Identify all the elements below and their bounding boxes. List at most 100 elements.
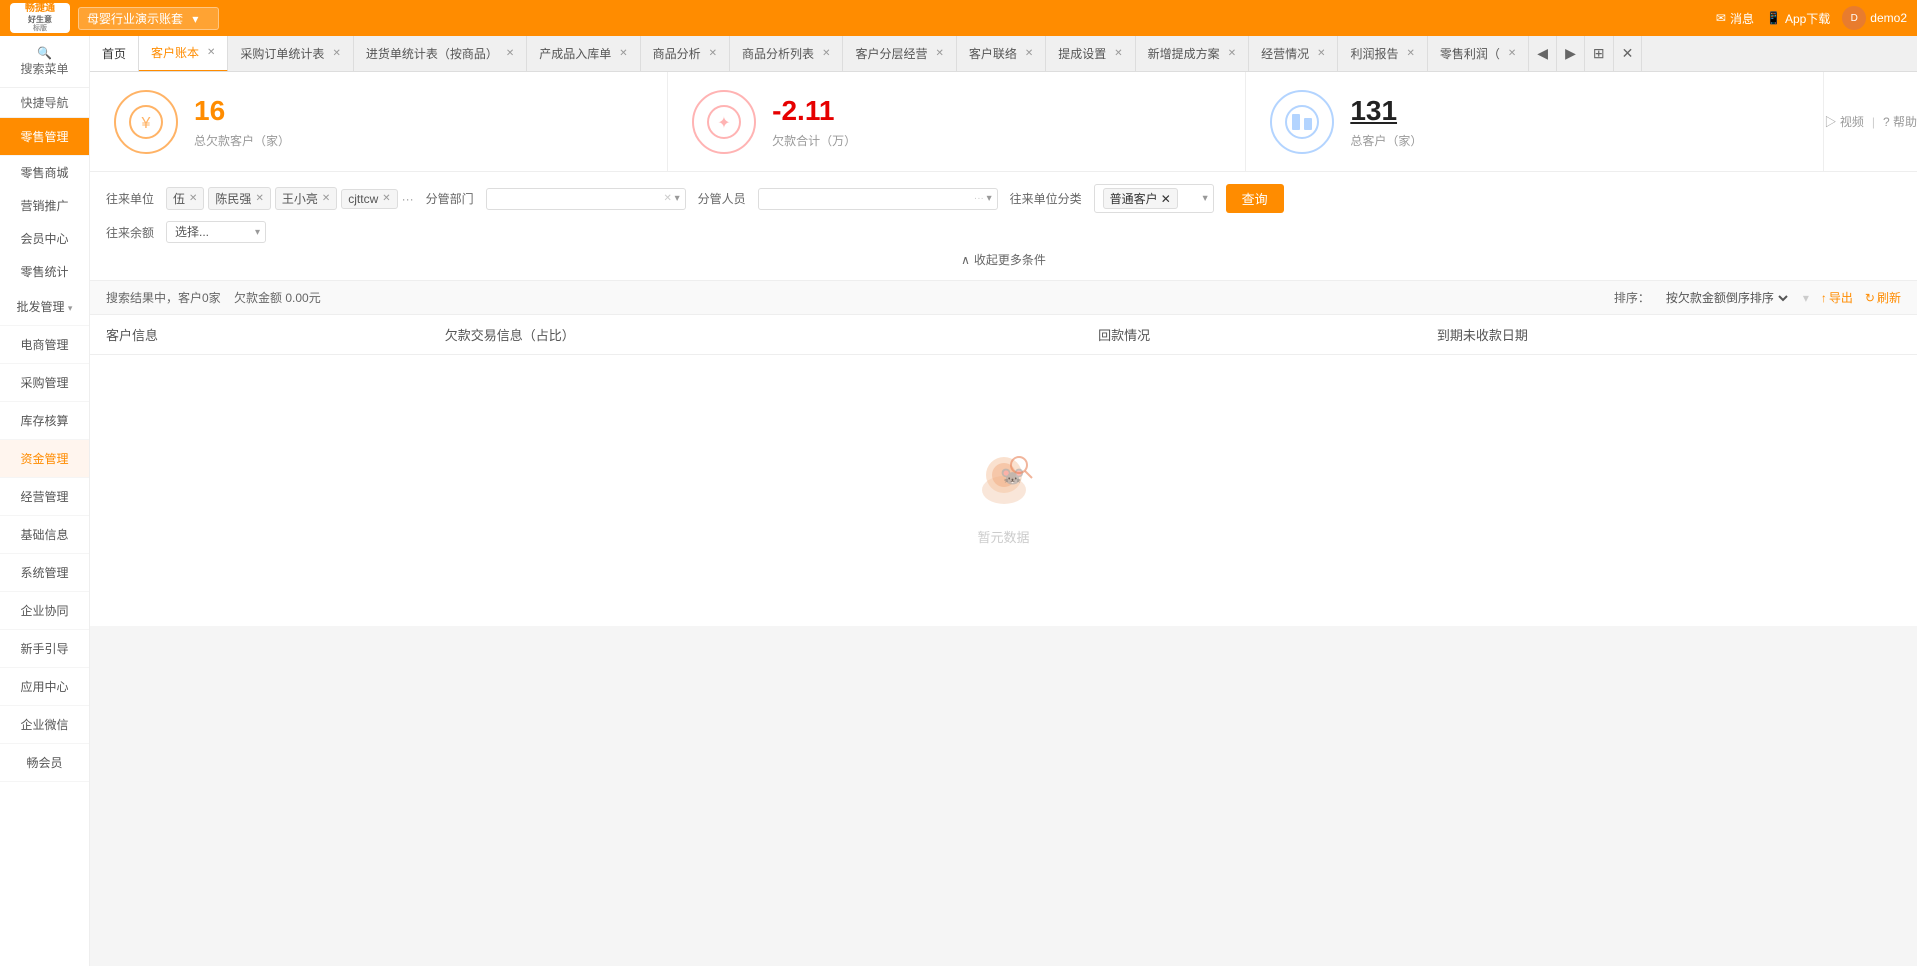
- tab-close-purchase-stats[interactable]: ✕: [506, 48, 514, 59]
- tab-ops-situation[interactable]: 经营情况 ✕: [1249, 36, 1338, 72]
- sidebar-item-enterprise-wx[interactable]: 企业微信: [0, 706, 89, 744]
- sidebar-item-capital-mgmt[interactable]: 资金管理: [0, 440, 89, 478]
- unit-type-tag-remove[interactable]: ✕: [1161, 192, 1171, 206]
- tab-goods-analysis-list[interactable]: 商品分析列表 ✕: [730, 36, 843, 72]
- filter-row-1: 往来单位 伍 ✕ 陈民强 ✕ 王小亮: [106, 184, 1901, 213]
- export-btn[interactable]: ↑ 导出: [1821, 289, 1853, 306]
- sidebar-item-retail-stats[interactable]: 零售统计: [0, 255, 89, 288]
- tab-customer-account[interactable]: 客户账本 ✕: [139, 36, 228, 72]
- tab-close-customer-segment[interactable]: ✕: [935, 48, 943, 59]
- table-header: 客户信息 欠款交易信息（占比） 回款情况 到期未收款日期: [90, 315, 1917, 355]
- refresh-icon: ↻: [1865, 291, 1875, 305]
- unit-tag-cjttcw-remove[interactable]: ✕: [382, 193, 390, 204]
- unit-tag-wang: 王小亮 ✕: [275, 187, 337, 210]
- person-select[interactable]: [758, 188, 998, 210]
- stat-value-clients: 131: [1350, 94, 1422, 128]
- user-avatar-btn[interactable]: D demo2: [1842, 6, 1907, 30]
- tab-purchase-stats[interactable]: 进货单统计表（按商品） ✕: [354, 36, 527, 72]
- sidebar-item-basic-info[interactable]: 基础信息: [0, 516, 89, 554]
- content-area: 首页 客户账本 ✕ 采购订单统计表 ✕ 进货单统计表（按商品） ✕ 产成品入库单…: [90, 36, 1917, 966]
- sidebar-item-marketing[interactable]: 营销推广: [0, 189, 89, 222]
- tab-close-goods-analysis-list[interactable]: ✕: [822, 48, 830, 59]
- account-dropdown[interactable]: 母婴行业演示账套 ▾: [78, 7, 219, 30]
- table-wrap: 客户信息 欠款交易信息（占比） 回款情况 到期未收款日期: [90, 315, 1917, 626]
- data-table: 客户信息 欠款交易信息（占比） 回款情况 到期未收款日期: [90, 315, 1917, 355]
- sidebar-item-system-mgmt[interactable]: 系统管理: [0, 554, 89, 592]
- tab-close-ops-situation[interactable]: ✕: [1317, 48, 1325, 59]
- sidebar-item-inventory-check[interactable]: 库存核算: [0, 402, 89, 440]
- dept-clear-icon[interactable]: ✕ ▾: [663, 193, 679, 204]
- person-clear-icon[interactable]: ··· ▾: [974, 193, 992, 204]
- sidebar-item-ops-mgmt[interactable]: 经营管理: [0, 478, 89, 516]
- more-tags-btn[interactable]: ···: [402, 192, 414, 206]
- stat-label-customers: 总欠款客户（家）: [194, 132, 290, 149]
- sidebar-item-app-center[interactable]: 应用中心: [0, 668, 89, 706]
- tab-close-profit-report[interactable]: ✕: [1407, 48, 1415, 59]
- tab-product-stock[interactable]: 产成品入库单 ✕: [527, 36, 640, 72]
- message-btn[interactable]: ✉ 消息: [1716, 10, 1754, 27]
- tab-close-customer-contact[interactable]: ✕: [1025, 48, 1033, 59]
- sidebar-quick-nav[interactable]: 快捷导航: [0, 88, 89, 118]
- unit-tag-cjttcw: cjttcw ✕: [341, 189, 397, 209]
- sidebar-item-retail-mgmt[interactable]: 零售管理: [0, 118, 89, 156]
- tab-home[interactable]: 首页: [90, 36, 139, 72]
- tab-purchase-order-stats[interactable]: 采购订单统计表 ✕: [228, 36, 353, 72]
- table-header-row: 客户信息 欠款交易信息（占比） 回款情况 到期未收款日期: [90, 315, 1917, 355]
- sidebar-item-purchase-mgmt[interactable]: 采购管理: [0, 364, 89, 402]
- tab-new-promotion[interactable]: 新增提成方案 ✕: [1136, 36, 1249, 72]
- stat-label-debt: 欠款合计（万）: [772, 132, 856, 149]
- app-download-btn[interactable]: 📱 App下载: [1766, 10, 1830, 27]
- tab-scroll-right[interactable]: ▶: [1557, 36, 1585, 72]
- sidebar-item-new-guide[interactable]: 新手引导: [0, 630, 89, 668]
- sidebar-item-member-center[interactable]: 会员中心: [0, 222, 89, 255]
- filter-area: 往来单位 伍 ✕ 陈民强 ✕ 王小亮: [90, 172, 1917, 281]
- tab-promotion-settings[interactable]: 提成设置 ✕: [1046, 36, 1135, 72]
- unit-tag-chen-remove[interactable]: ✕: [255, 193, 263, 204]
- collapse-btn[interactable]: ∧ 收起更多条件: [961, 251, 1046, 268]
- message-label: 消息: [1730, 10, 1754, 27]
- sidebar-item-retail-mall[interactable]: 零售商城: [0, 156, 89, 189]
- tab-customer-segment[interactable]: 客户分层经营 ✕: [843, 36, 956, 72]
- unit-tag-wu-remove[interactable]: ✕: [189, 193, 197, 204]
- sidebar-item-wholesale-mgmt[interactable]: 批发管理 ▾: [0, 288, 89, 326]
- unit-type-filter-label: 往来单位分类: [1010, 190, 1082, 207]
- search-result-text: 搜索结果中，客户0家: [106, 291, 221, 305]
- stat-icon-debt: ✦: [692, 90, 756, 154]
- tab-close-purchase-order-stats[interactable]: ✕: [332, 48, 340, 59]
- tab-close-goods-analysis[interactable]: ✕: [709, 48, 717, 59]
- result-actions: 排序： 按欠款金额倒序排序 ▾ ↑ 导出 ↻ 刷新: [1614, 289, 1901, 306]
- svg-text:✦: ✦: [717, 115, 730, 132]
- sidebar-item-vip-member[interactable]: 畅会员: [0, 744, 89, 782]
- tab-close-all[interactable]: ✕: [1614, 36, 1643, 72]
- tab-close-promotion-settings[interactable]: ✕: [1114, 48, 1122, 59]
- tab-close-new-promotion[interactable]: ✕: [1228, 48, 1236, 59]
- sidebar-item-ecommerce-mgmt[interactable]: 电商管理: [0, 326, 89, 364]
- tab-customer-contact[interactable]: 客户联络 ✕: [957, 36, 1046, 72]
- tab-expand-all[interactable]: ⊞: [1585, 36, 1614, 72]
- tab-close-product-stock[interactable]: ✕: [619, 48, 627, 59]
- query-button[interactable]: 查询: [1226, 184, 1284, 213]
- account-dropdown-label: 母婴行业演示账套: [87, 12, 183, 26]
- tab-profit-report[interactable]: 利润报告 ✕: [1338, 36, 1427, 72]
- tab-close-customer-account[interactable]: ✕: [207, 47, 215, 58]
- dept-select[interactable]: [486, 188, 686, 210]
- unit-tag-wang-remove[interactable]: ✕: [322, 193, 330, 204]
- tab-close-retail-profit[interactable]: ✕: [1508, 48, 1516, 59]
- dept-select-wrap: ✕ ▾: [486, 188, 686, 210]
- app-logo: 畅捷通 好生意 标版: [10, 3, 70, 33]
- stat-total-clients: 131 总客户（家）: [1246, 72, 1824, 171]
- filter-row-2: 往来余额 选择...: [106, 221, 1901, 243]
- col-customer-info: 客户信息: [90, 315, 429, 355]
- video-btn[interactable]: ▷ 视频: [1824, 113, 1863, 130]
- stat-total-debt: ✦ -2.11 欠款合计（万）: [668, 72, 1246, 171]
- refresh-btn[interactable]: ↻ 刷新: [1865, 289, 1901, 306]
- balance-select[interactable]: 选择...: [166, 221, 266, 243]
- sort-select[interactable]: 按欠款金额倒序排序: [1662, 290, 1791, 306]
- tab-scroll-left[interactable]: ◀: [1529, 36, 1557, 72]
- sidebar-item-enterprise-coop[interactable]: 企业协同: [0, 592, 89, 630]
- sort-label: 排序：: [1614, 289, 1650, 306]
- sidebar-search[interactable]: 🔍 搜索菜单: [0, 36, 89, 88]
- tab-retail-profit[interactable]: 零售利润（ ✕: [1428, 36, 1529, 72]
- tab-goods-analysis[interactable]: 商品分析 ✕: [641, 36, 730, 72]
- help-btn[interactable]: ? 帮助: [1883, 113, 1917, 130]
